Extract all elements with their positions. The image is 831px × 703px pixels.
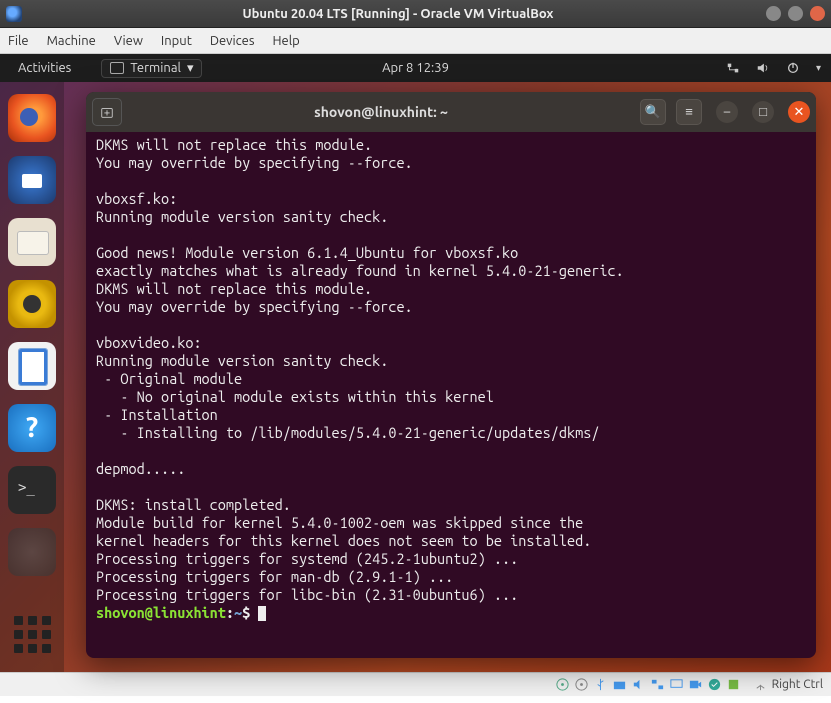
- dock-terminal-icon[interactable]: [8, 466, 56, 514]
- volume-icon: [756, 61, 770, 75]
- dock: ?: [0, 82, 64, 672]
- vb-usb-icon[interactable]: [593, 677, 608, 692]
- vb-maximize-button[interactable]: [788, 6, 803, 21]
- minimize-icon: –: [724, 106, 730, 119]
- terminal-search-button[interactable]: 🔍: [640, 99, 666, 125]
- vb-draganddrop-icon[interactable]: [726, 677, 741, 692]
- virtualbox-app-icon: [6, 6, 22, 22]
- vb-harddisk-icon[interactable]: [555, 677, 570, 692]
- vb-audio-icon[interactable]: [631, 677, 646, 692]
- terminal-window: shovon@linuxhint: ~ 🔍 ≡ – □ ✕ DKMS will …: [86, 92, 816, 658]
- vb-menubar: File Machine View Input Devices Help: [0, 28, 831, 54]
- new-tab-icon: [100, 105, 114, 119]
- vb-menu-machine[interactable]: Machine: [47, 34, 96, 48]
- vb-minimize-button[interactable]: [766, 6, 781, 21]
- chevron-down-icon: ▾: [816, 62, 821, 74]
- activities-button[interactable]: Activities: [10, 61, 79, 75]
- clock[interactable]: Apr 8 12:39: [382, 61, 449, 75]
- terminal-maximize-button[interactable]: □: [752, 101, 774, 123]
- vb-menu-input[interactable]: Input: [161, 34, 192, 48]
- maximize-icon: □: [759, 106, 767, 119]
- dock-settings-icon[interactable]: [8, 528, 56, 576]
- system-tray[interactable]: ▾: [726, 61, 821, 75]
- hamburger-icon: ≡: [685, 106, 693, 119]
- dock-thunderbird-icon[interactable]: [8, 156, 56, 204]
- vb-display-icon[interactable]: [669, 677, 684, 692]
- terminal-new-tab-button[interactable]: [92, 98, 122, 126]
- terminal-body[interactable]: DKMS will not replace this module. You m…: [86, 132, 816, 658]
- terminal-minimize-button[interactable]: –: [716, 101, 738, 123]
- terminal-indicator-icon: [110, 62, 124, 74]
- app-menu-indicator[interactable]: Terminal ▾: [101, 59, 202, 78]
- vb-optical-icon[interactable]: [574, 677, 589, 692]
- keyboard-icon: [753, 677, 768, 692]
- power-icon: [786, 61, 800, 75]
- vb-close-button[interactable]: [810, 6, 825, 21]
- terminal-menu-button[interactable]: ≡: [676, 99, 702, 125]
- vb-recording-icon[interactable]: [688, 677, 703, 692]
- search-icon: 🔍: [645, 106, 661, 119]
- terminal-close-button[interactable]: ✕: [788, 101, 810, 123]
- dock-help-icon[interactable]: ?: [8, 404, 56, 452]
- app-menu-label: Terminal: [130, 61, 181, 75]
- vb-menu-file[interactable]: File: [8, 34, 29, 48]
- vb-statusbar: Right Ctrl: [0, 672, 831, 696]
- terminal-title: shovon@linuxhint: ~: [122, 104, 640, 120]
- network-icon: [726, 61, 740, 75]
- guest-display: Activities Terminal ▾ Apr 8 12:39 ▾ ?: [0, 54, 831, 672]
- vb-hostkey-label: Right Ctrl: [772, 678, 823, 691]
- vb-window-title: Ubuntu 20.04 LTS [Running] - Oracle VM V…: [30, 7, 766, 21]
- dock-files-icon[interactable]: [8, 218, 56, 266]
- terminal-headerbar: shovon@linuxhint: ~ 🔍 ≡ – □ ✕: [86, 92, 816, 132]
- dock-firefox-icon[interactable]: [8, 94, 56, 142]
- vb-network-icon[interactable]: [650, 677, 665, 692]
- dock-rhythmbox-icon[interactable]: [8, 280, 56, 328]
- chevron-down-icon: ▾: [187, 61, 194, 76]
- vb-clipboard-icon[interactable]: [707, 677, 722, 692]
- gnome-topbar: Activities Terminal ▾ Apr 8 12:39 ▾: [0, 54, 831, 82]
- close-icon: ✕: [794, 106, 805, 119]
- vb-shared-folders-icon[interactable]: [612, 677, 627, 692]
- dock-libreoffice-writer-icon[interactable]: [8, 342, 56, 390]
- vb-menu-view[interactable]: View: [114, 34, 143, 48]
- vb-menu-devices[interactable]: Devices: [210, 34, 255, 48]
- vb-menu-help[interactable]: Help: [273, 34, 300, 48]
- dock-show-applications-icon[interactable]: [8, 610, 56, 658]
- vb-titlebar: Ubuntu 20.04 LTS [Running] - Oracle VM V…: [0, 0, 831, 28]
- vb-hostkey-indicator[interactable]: Right Ctrl: [753, 677, 823, 692]
